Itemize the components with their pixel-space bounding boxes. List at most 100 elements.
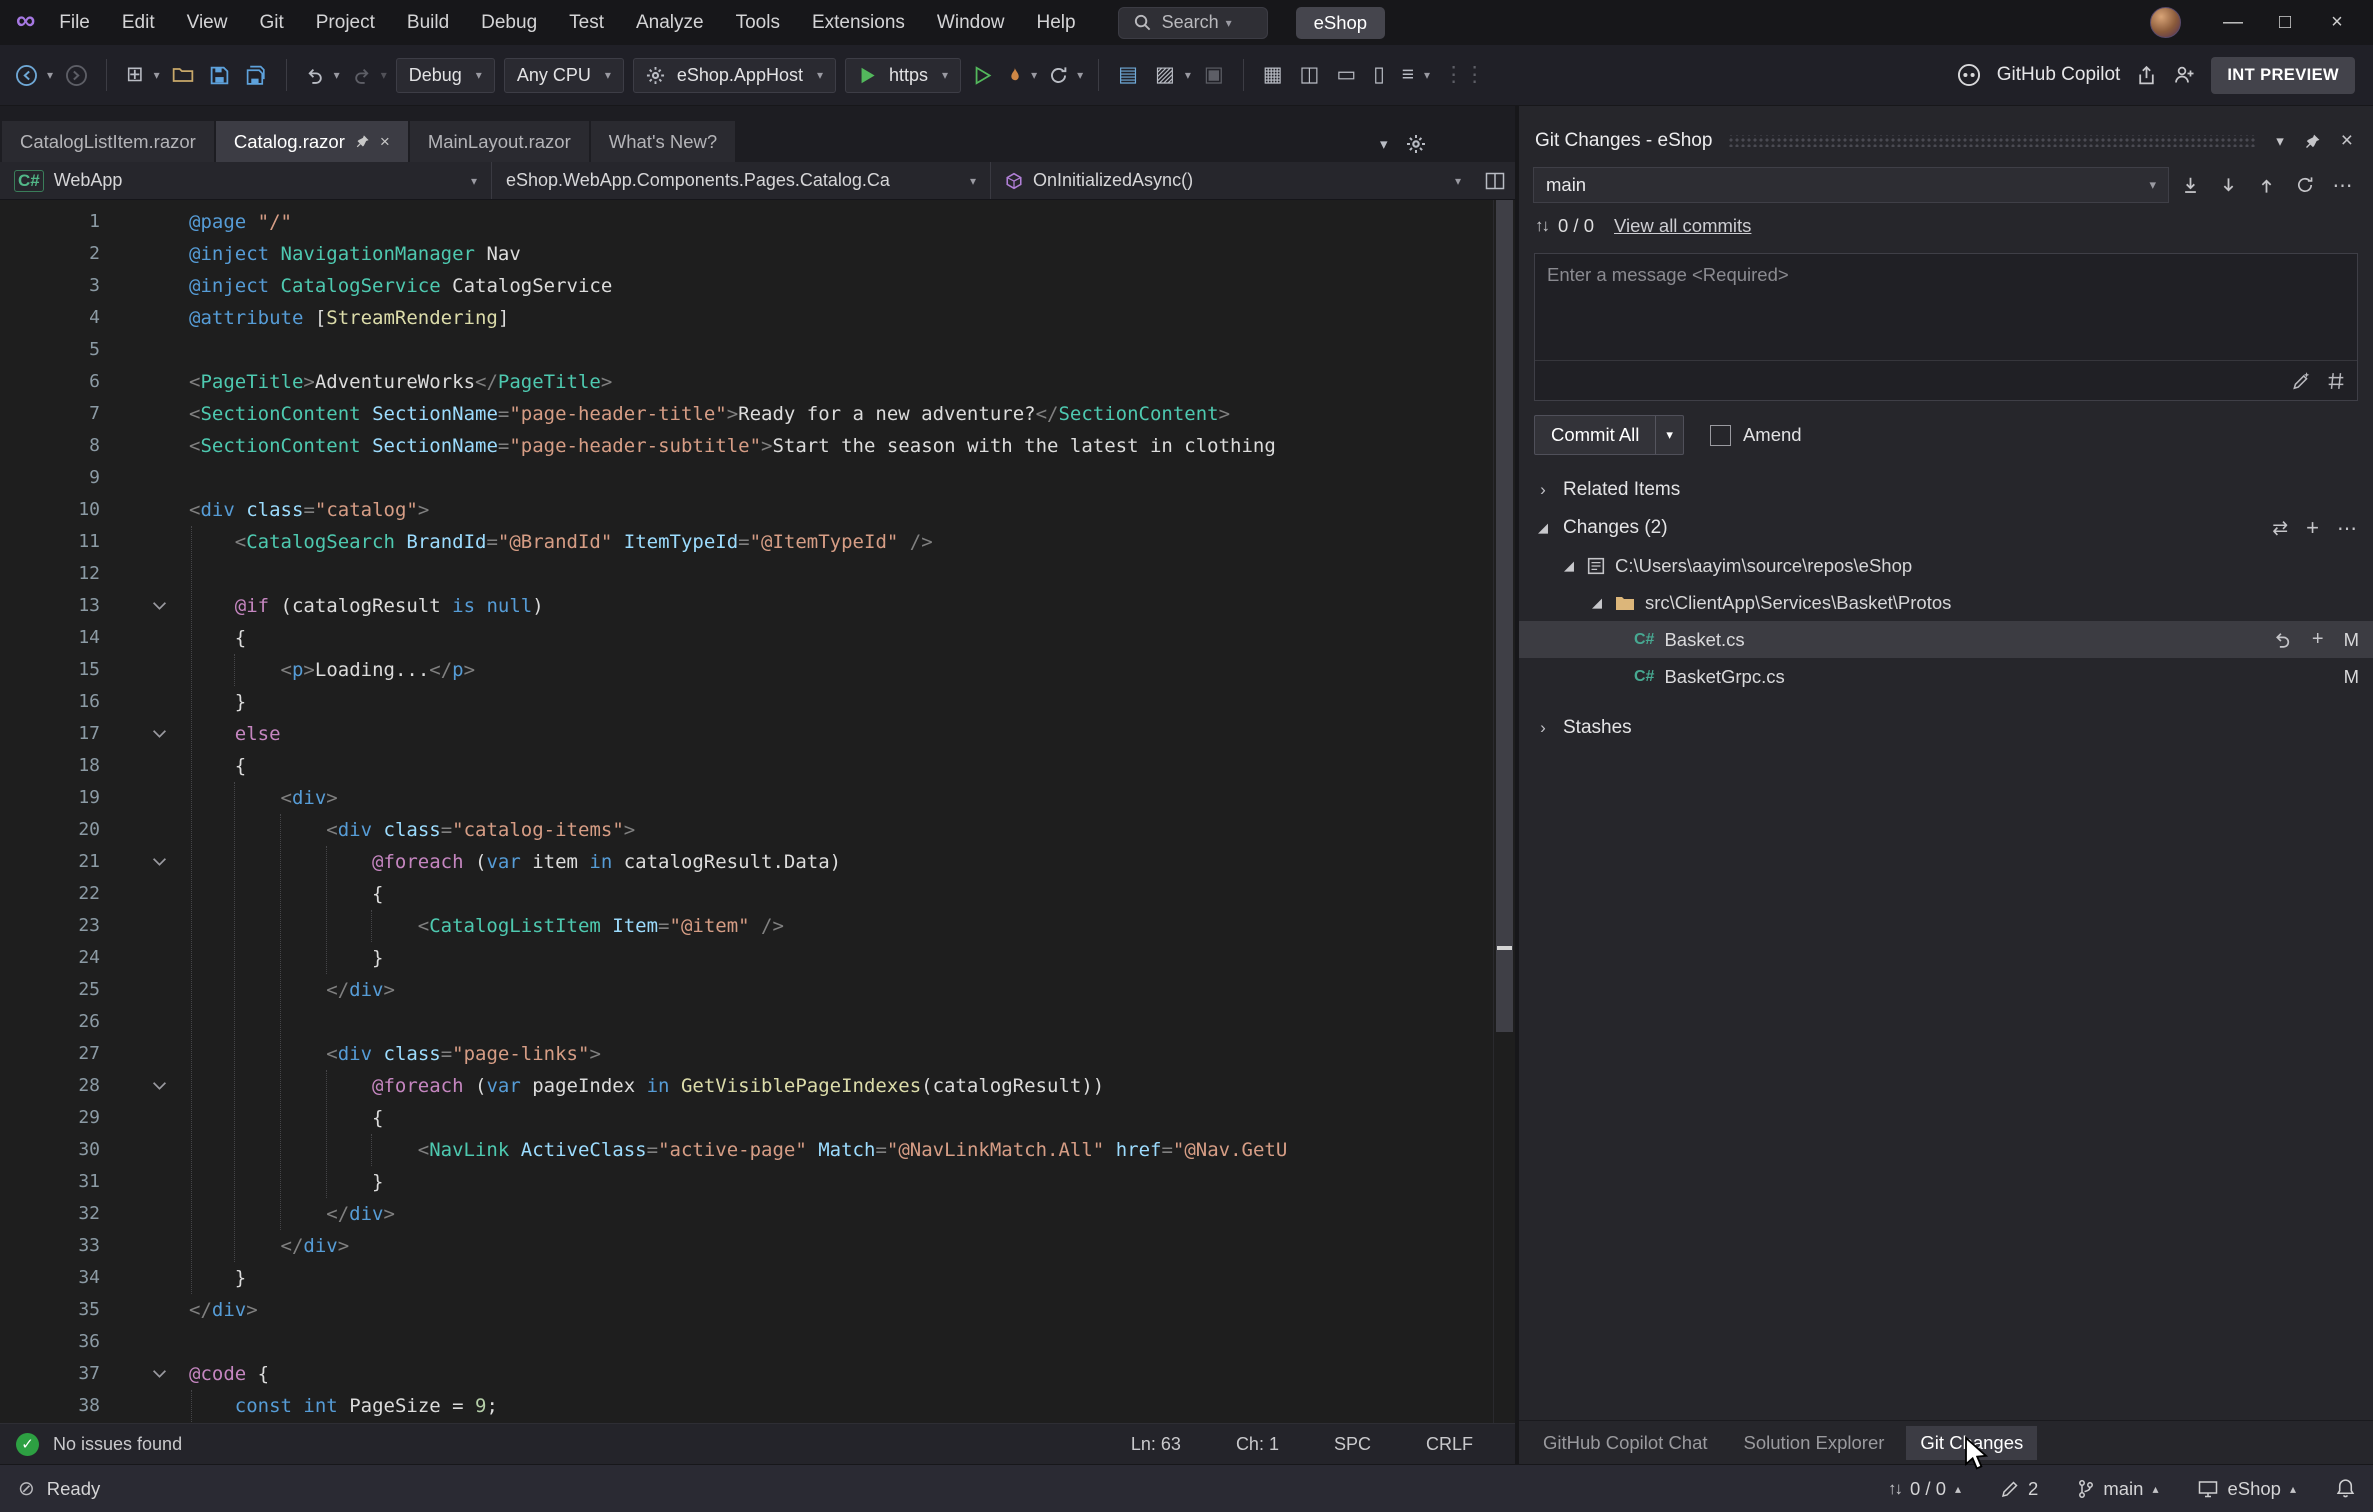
find-in-files-icon[interactable]: ▤ (1114, 57, 1142, 93)
fold-chevron-icon[interactable] (100, 846, 189, 878)
startup-project-dropdown[interactable]: eShop.AppHost ▾ (633, 58, 836, 93)
stashes-section[interactable]: › Stashes (1519, 709, 2373, 747)
menu-git[interactable]: Git (243, 0, 299, 45)
redo-button[interactable] (349, 57, 375, 93)
insert-work-item-icon[interactable] (2327, 372, 2345, 390)
code-line[interactable]: 38 const int PageSize = 9; (0, 1390, 1493, 1422)
terminal-icon[interactable]: ▦ (1259, 57, 1287, 93)
commit-options-chevron-icon[interactable]: ▾ (1656, 416, 1683, 454)
hot-reload-chevron-icon[interactable]: ▾ (1031, 68, 1037, 82)
fetch-button[interactable] (2174, 169, 2207, 202)
repository-node[interactable]: ◢ C:\Users\aayim\source\repos\eShop (1519, 547, 2373, 584)
menu-file[interactable]: File (43, 0, 106, 45)
menu-help[interactable]: Help (1021, 0, 1092, 45)
menu-analyze[interactable]: Analyze (620, 0, 720, 45)
menu-window[interactable]: Window (921, 0, 1021, 45)
code-line[interactable]: 37@code { (0, 1358, 1493, 1390)
undo-history-chevron-icon[interactable]: ▾ (334, 68, 340, 82)
more-actions-icon[interactable]: ⋯ (2337, 516, 2357, 541)
more-actions-icon[interactable]: ⋯ (2326, 169, 2359, 202)
code-line[interactable]: 23 <CatalogListItem Item="@item" /> (0, 910, 1493, 942)
navigate-forward-button[interactable] (62, 57, 91, 93)
hot-reload-icon[interactable] (1004, 57, 1025, 93)
code-line[interactable]: 30 <NavLink ActiveClass="active-page" Ma… (0, 1134, 1493, 1166)
undo-changes-icon[interactable] (2273, 631, 2292, 648)
spaces-indicator[interactable]: SPC (1334, 1434, 1371, 1455)
line-ending-indicator[interactable]: CRLF (1426, 1434, 1473, 1455)
tab-cataloglistitem-razor[interactable]: CatalogListItem.razor (2, 121, 214, 162)
code-line[interactable]: 25 </div> (0, 974, 1493, 1006)
save-button[interactable] (206, 57, 233, 93)
start-without-debugging-icon[interactable] (970, 57, 995, 93)
code-line[interactable]: 35</div> (0, 1294, 1493, 1326)
tab-catalog-razor[interactable]: Catalog.razor× (216, 121, 408, 162)
code-line[interactable]: 15 <p>Loading...</p> (0, 654, 1493, 686)
code-line[interactable]: 28 @foreach (var pageIndex in GetVisible… (0, 1070, 1493, 1102)
menu-tools[interactable]: Tools (720, 0, 796, 45)
code-line[interactable]: 20 <div class="catalog-items"> (0, 814, 1493, 846)
new-project-chevron-icon[interactable]: ▾ (154, 68, 160, 82)
background-tasks-icon[interactable]: ⊘ (18, 1476, 35, 1501)
line-indicator[interactable]: Ln: 63 (1131, 1434, 1181, 1455)
code-line[interactable]: 21 @foreach (var item in catalogResult.D… (0, 846, 1493, 878)
issues-status-text[interactable]: No issues found (53, 1434, 182, 1455)
panel-tab-solution-explorer[interactable]: Solution Explorer (1730, 1426, 1899, 1460)
navigate-back-button[interactable] (12, 57, 41, 93)
restart-icon[interactable] (1046, 57, 1071, 93)
fold-chevron-icon[interactable] (100, 590, 189, 622)
project-dropdown[interactable]: C# WebApp ▾ (0, 162, 492, 199)
code-line[interactable]: 9 (0, 462, 1493, 494)
code-line[interactable]: 22 { (0, 878, 1493, 910)
fold-chevron-icon[interactable] (100, 1070, 189, 1102)
search-box[interactable]: Search ▾ (1118, 7, 1268, 39)
tab-what-s-new[interactable]: What's New? (591, 121, 735, 162)
pin-icon[interactable] (355, 134, 370, 149)
editor-scrollbar[interactable] (1493, 200, 1515, 1423)
pin-icon[interactable] (2300, 133, 2325, 150)
split-editor-icon[interactable] (1475, 162, 1515, 199)
code-line[interactable]: 27 <div class="page-links"> (0, 1038, 1493, 1070)
menu-extensions[interactable]: Extensions (796, 0, 921, 45)
code-line[interactable]: 16 } (0, 686, 1493, 718)
editor-settings-gear-icon[interactable] (1406, 134, 1426, 154)
code-line[interactable]: 6<PageTitle>AdventureWorks</PageTitle> (0, 366, 1493, 398)
menu-project[interactable]: Project (300, 0, 391, 45)
code-line[interactable]: 26 (0, 1006, 1493, 1038)
member-dropdown[interactable]: OnInitializedAsync() ▾ (991, 162, 1475, 199)
type-dropdown[interactable]: eShop.WebApp.Components.Pages.Catalog.Ca… (492, 162, 991, 199)
layers-chevron-icon[interactable]: ▾ (1424, 68, 1430, 82)
redo-history-chevron-icon[interactable]: ▾ (381, 68, 387, 82)
close-button[interactable]: × (2311, 0, 2363, 45)
related-items-section[interactable]: › Related Items (1519, 471, 2373, 509)
stage-file-icon[interactable]: + (2312, 628, 2324, 651)
push-button[interactable] (2250, 169, 2283, 202)
folder-node[interactable]: ◢ src\ClientApp\Services\Basket\Protos (1519, 584, 2373, 621)
close-tab-icon[interactable]: × (380, 132, 390, 152)
new-project-icon[interactable]: ⊞ (122, 57, 148, 93)
changed-file-basket-cs[interactable]: C#Basket.cs+M (1519, 621, 2373, 658)
code-line[interactable]: 5 (0, 334, 1493, 366)
ai-generate-message-icon[interactable] (2291, 371, 2311, 391)
code-line[interactable]: 11 <CatalogSearch BrandId="@BrandId" Ite… (0, 526, 1493, 558)
code-line[interactable]: 24 } (0, 942, 1493, 974)
code-line[interactable]: 1@page "/" (0, 206, 1493, 238)
panel-tab-github-copilot-chat[interactable]: GitHub Copilot Chat (1529, 1426, 1722, 1460)
int-preview-badge[interactable]: INT PREVIEW (2211, 57, 2355, 94)
add-user-icon[interactable] (2173, 65, 2195, 85)
columns-layout-icon[interactable]: ◫ (1296, 57, 1324, 93)
menu-debug[interactable]: Debug (465, 0, 553, 45)
compare-icon[interactable]: ⇄ (2272, 517, 2288, 540)
refresh-button[interactable] (2288, 169, 2321, 202)
solution-configuration-dropdown[interactable]: Debug ▾ (396, 58, 495, 93)
commit-all-button[interactable]: Commit All ▾ (1534, 415, 1684, 455)
code-line[interactable]: 32 </div> (0, 1198, 1493, 1230)
code-line[interactable]: 4@attribute [StreamRendering] (0, 302, 1493, 334)
code-line[interactable]: 3@inject CatalogService CatalogService (0, 270, 1493, 302)
github-copilot-label[interactable]: GitHub Copilot (1997, 64, 2121, 86)
status-pending-edits[interactable]: 2 (2001, 1478, 2038, 1500)
maximize-button[interactable]: □ (2259, 0, 2311, 45)
code-editor[interactable]: 1@page "/"2@inject NavigationManager Nav… (0, 200, 1493, 1423)
run-button[interactable]: https ▾ (845, 58, 961, 93)
code-line[interactable]: 29 { (0, 1102, 1493, 1134)
web-preview-icon[interactable]: ▭ (1332, 57, 1360, 93)
